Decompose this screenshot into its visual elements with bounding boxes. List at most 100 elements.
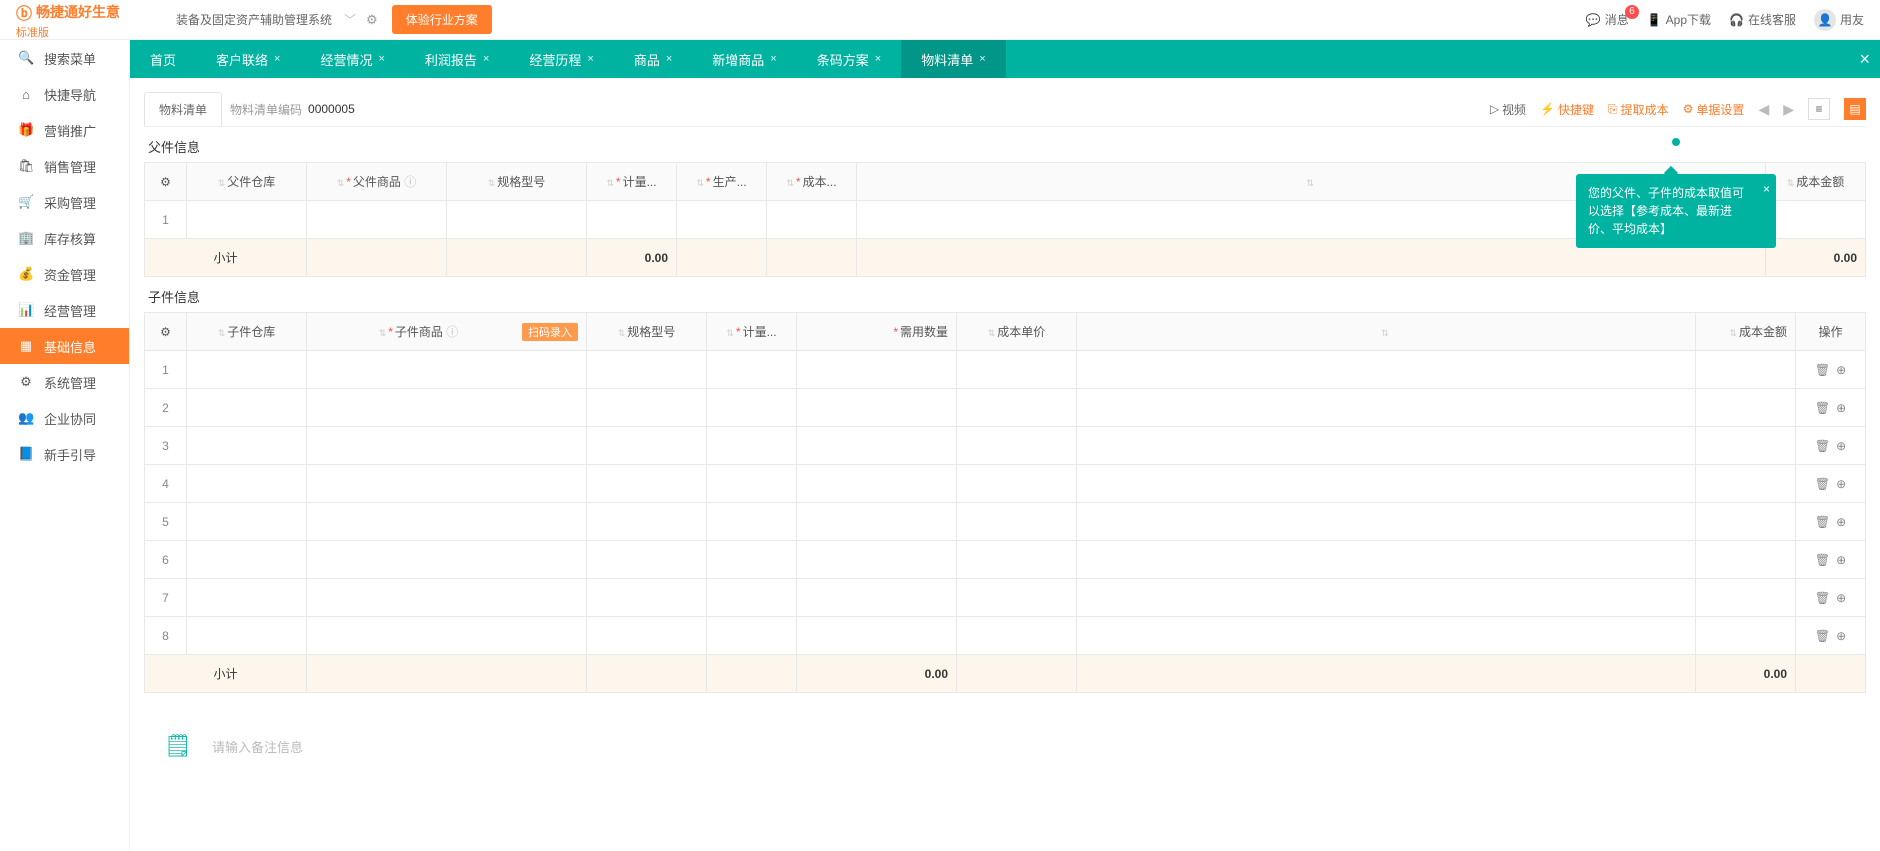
sort-icon[interactable]: ⇅ <box>488 178 496 188</box>
child-col-header[interactable]: ⇅规格型号 <box>587 313 707 351</box>
add-row-icon[interactable]: ⊕ <box>1836 477 1846 491</box>
close-all-tabs-icon[interactable]: × <box>1859 49 1870 70</box>
parent-col-header[interactable]: ⇅*父件商品 ⓘ <box>307 163 447 201</box>
add-row-icon[interactable]: ⊕ <box>1836 629 1846 643</box>
delete-row-icon[interactable]: 🗑 <box>1815 629 1830 643</box>
add-row-icon[interactable]: ⊕ <box>1836 439 1846 453</box>
parent-col-header[interactable]: ⇅规格型号 <box>447 163 587 201</box>
parent-col-header[interactable]: ⇅父件仓库 <box>187 163 307 201</box>
child-row[interactable]: 7🗑⊕ <box>145 579 1866 617</box>
add-row-icon[interactable]: ⊕ <box>1836 591 1846 605</box>
parent-col-header[interactable]: ⇅*成本... <box>767 163 857 201</box>
tab-close-icon[interactable]: × <box>979 53 985 65</box>
child-row[interactable]: 8🗑⊕ <box>145 617 1866 655</box>
service-link[interactable]: 🎧在线客服 <box>1729 11 1796 28</box>
add-row-icon[interactable]: ⊕ <box>1836 553 1846 567</box>
sidebar-item[interactable]: 🛒采购管理 <box>0 184 129 220</box>
sort-icon[interactable]: ⇅ <box>1306 178 1314 188</box>
child-row[interactable]: 3🗑⊕ <box>145 427 1866 465</box>
delete-row-icon[interactable]: 🗑 <box>1815 401 1830 415</box>
extract-cost-link[interactable]: ⎘提取成本 <box>1608 101 1669 118</box>
remark-placeholder[interactable]: 请输入备注信息 <box>212 737 303 756</box>
tab[interactable]: 首页 <box>130 40 196 78</box>
view-detail-icon[interactable]: ▤ <box>1844 98 1866 120</box>
sort-icon[interactable]: ⇅ <box>218 178 226 188</box>
shortcut-link[interactable]: ⚡快捷键 <box>1540 101 1594 118</box>
messages-link[interactable]: 💬消息 6 <box>1586 11 1629 28</box>
help-icon[interactable]: ⓘ <box>446 325 458 339</box>
prev-icon[interactable]: ◀ <box>1758 101 1769 118</box>
tab-close-icon[interactable]: × <box>770 53 776 65</box>
child-row[interactable]: 4🗑⊕ <box>145 465 1866 503</box>
tab-close-icon[interactable]: × <box>587 53 593 65</box>
view-list-icon[interactable]: ≡ <box>1808 98 1830 120</box>
add-row-icon[interactable]: ⊕ <box>1836 401 1846 415</box>
parent-col-header[interactable]: ⇅*生产... <box>677 163 767 201</box>
tab[interactable]: 条码方案× <box>797 40 901 78</box>
tab[interactable]: 客户联络× <box>196 40 300 78</box>
trial-button[interactable]: 体验行业方案 <box>392 5 492 34</box>
sort-icon[interactable]: ⇅ <box>1787 178 1795 188</box>
tab[interactable]: 经营情况× <box>300 40 404 78</box>
sidebar-item[interactable]: 📘新手引导 <box>0 436 129 472</box>
child-col-header[interactable]: 操作 <box>1796 313 1866 351</box>
tab[interactable]: 新增商品× <box>692 40 796 78</box>
doc-setting-link[interactable]: ⚙单据设置 <box>1683 101 1745 118</box>
add-row-icon[interactable]: ⊕ <box>1836 363 1846 377</box>
delete-row-icon[interactable]: 🗑 <box>1815 515 1830 529</box>
sort-icon[interactable]: ⇅ <box>988 328 996 338</box>
logo[interactable]: ⓑ畅捷通好生意 <box>16 0 120 24</box>
sort-icon[interactable]: ⇅ <box>786 178 794 188</box>
child-col-header[interactable]: ⇅*子件商品 ⓘ扫码录入 <box>307 313 587 351</box>
parent-col-header[interactable]: ⇅成本金额 <box>1766 163 1866 201</box>
sort-icon[interactable]: ⇅ <box>618 328 626 338</box>
app-download-link[interactable]: 📱App下载 <box>1647 11 1711 28</box>
sidebar-item[interactable]: 🛍销售管理 <box>0 148 129 184</box>
child-row[interactable]: 5🗑⊕ <box>145 503 1866 541</box>
sub-tab-bom[interactable]: 物料清单 <box>144 92 222 126</box>
sidebar-item[interactable]: 📊经营管理 <box>0 292 129 328</box>
delete-row-icon[interactable]: 🗑 <box>1815 363 1830 377</box>
child-row[interactable]: 1🗑⊕ <box>145 351 1866 389</box>
child-col-header[interactable]: ⇅子件仓库 <box>187 313 307 351</box>
sort-icon[interactable]: ⇅ <box>379 328 387 338</box>
tab-close-icon[interactable]: × <box>875 53 881 65</box>
tab-close-icon[interactable]: × <box>378 53 384 65</box>
child-col-header[interactable]: *需用数量 <box>797 313 957 351</box>
sort-icon[interactable]: ⇅ <box>337 178 345 188</box>
sidebar-item[interactable]: ⌂快捷导航 <box>0 76 129 112</box>
child-col-header[interactable]: ⇅*计量... <box>707 313 797 351</box>
tab[interactable]: 利润报告× <box>405 40 509 78</box>
tip-close-icon[interactable]: × <box>1763 180 1770 198</box>
sidebar-item[interactable]: 🎁营销推广 <box>0 112 129 148</box>
gear-icon[interactable]: ⚙ <box>145 313 187 351</box>
tab-close-icon[interactable]: × <box>274 53 280 65</box>
tab[interactable]: 物料清单× <box>901 40 1005 78</box>
sort-icon[interactable]: ⇅ <box>1381 328 1389 338</box>
sort-icon[interactable]: ⇅ <box>606 178 614 188</box>
delete-row-icon[interactable]: 🗑 <box>1815 553 1830 567</box>
sort-icon[interactable]: ⇅ <box>218 328 226 338</box>
sidebar-item[interactable]: 👥企业协同 <box>0 400 129 436</box>
scan-input-tag[interactable]: 扫码录入 <box>522 323 578 341</box>
child-col-header[interactable]: ⇅ <box>1077 313 1696 351</box>
system-selector[interactable]: 装备及固定资产辅助管理系统 ﹀ <box>176 11 356 28</box>
sidebar-item[interactable]: ⚙系统管理 <box>0 364 129 400</box>
child-row[interactable]: 6🗑⊕ <box>145 541 1866 579</box>
user-menu[interactable]: 👤用友 <box>1814 9 1864 31</box>
sort-icon[interactable]: ⇅ <box>726 328 734 338</box>
sort-icon[interactable]: ⇅ <box>696 178 704 188</box>
child-col-header[interactable]: ⇅成本单价 <box>957 313 1077 351</box>
video-link[interactable]: ▷视频 <box>1490 101 1526 118</box>
tab[interactable]: 商品× <box>614 40 692 78</box>
gear-icon[interactable]: ⚙ <box>145 163 187 201</box>
sidebar-item[interactable]: 🏢库存核算 <box>0 220 129 256</box>
delete-row-icon[interactable]: 🗑 <box>1815 591 1830 605</box>
add-row-icon[interactable]: ⊕ <box>1836 515 1846 529</box>
sidebar-item[interactable]: 💰资金管理 <box>0 256 129 292</box>
sort-icon[interactable]: ⇅ <box>1729 328 1737 338</box>
sidebar-item[interactable]: 🔍搜索菜单 <box>0 40 129 76</box>
child-col-header[interactable]: ⇅成本金额 <box>1696 313 1796 351</box>
tab-close-icon[interactable]: × <box>483 53 489 65</box>
tab-close-icon[interactable]: × <box>666 53 672 65</box>
